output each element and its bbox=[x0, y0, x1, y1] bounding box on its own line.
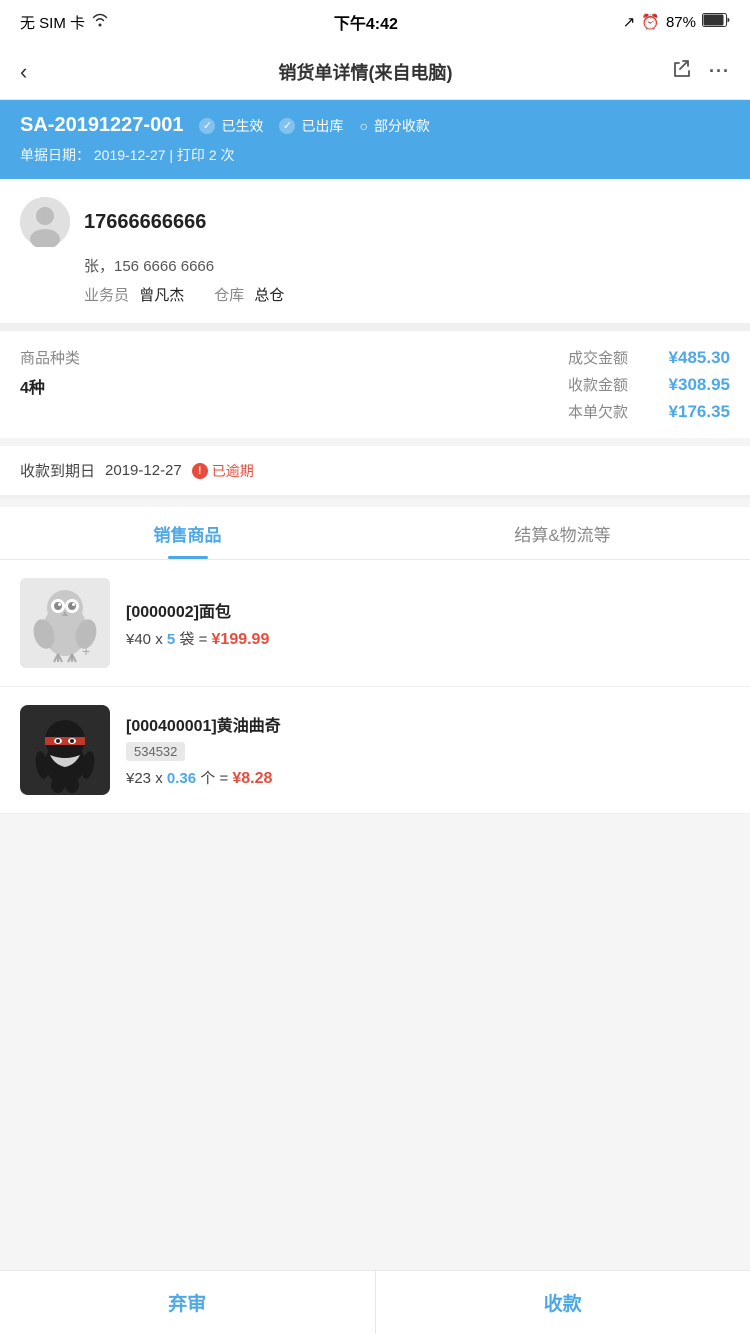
share-button[interactable] bbox=[671, 58, 693, 86]
battery-label: 87% bbox=[666, 14, 696, 31]
sales-name: 曾凡杰 bbox=[139, 287, 184, 304]
price-x-2: x bbox=[155, 770, 167, 787]
status-bar: 无 SIM 卡 下午4:42 ↗ ⏰ 87% bbox=[0, 0, 750, 44]
print-count: 2 bbox=[209, 147, 217, 163]
product-price-2: ¥23 x 0.36 个 = ¥8.28 bbox=[126, 767, 730, 788]
status-right: ↗ ⏰ 87% bbox=[623, 13, 730, 31]
divider-1 bbox=[0, 323, 750, 331]
due-date-section: 收款到期日 2019-12-27 ! 已逾期 bbox=[0, 446, 750, 495]
unit-1: 袋 bbox=[179, 631, 194, 648]
product-info-1: [0000002]面包 ¥40 x 5 袋 = ¥199.99 bbox=[126, 598, 730, 649]
order-date: 2019-12-27 bbox=[94, 147, 166, 163]
overdue-badge: ! 已逾期 bbox=[192, 461, 254, 481]
carrier-label: 无 SIM 卡 bbox=[20, 12, 85, 33]
tab-settlement[interactable]: 结算&物流等 bbox=[375, 507, 750, 559]
receipt-label: 收款金额 bbox=[568, 374, 628, 395]
location-icon: ↗ bbox=[623, 13, 636, 31]
bottom-bar: 弃审 收款 bbox=[0, 1270, 750, 1334]
avatar bbox=[20, 197, 70, 247]
sales-label: 业务员 bbox=[84, 287, 129, 304]
print-suffix: 次 bbox=[221, 147, 235, 163]
badge-shipped: 已出库 bbox=[279, 116, 343, 136]
product-name-2: [000400001]黄油曲奇 bbox=[126, 712, 730, 736]
overdue-label: 已逾期 bbox=[212, 461, 254, 481]
product-name-1: [0000002]面包 bbox=[126, 598, 730, 622]
nav-actions: ··· bbox=[671, 58, 730, 86]
battery-icon bbox=[702, 13, 730, 31]
status-left: 无 SIM 卡 bbox=[20, 12, 109, 33]
badge-partial: 部分收款 bbox=[359, 116, 429, 136]
customer-meta: 业务员 曾凡杰 仓库 总仓 bbox=[20, 284, 730, 305]
price-x-1: x bbox=[155, 631, 167, 648]
list-item: + [0000002]面包 ¥40 x 5 袋 = ¥199.99 bbox=[0, 560, 750, 687]
alarm-icon: ⏰ bbox=[641, 13, 660, 31]
product-image-2 bbox=[20, 705, 110, 795]
product-info-2: [000400001]黄油曲奇 534532 ¥23 x 0.36 个 = ¥8… bbox=[126, 712, 730, 788]
warehouse-name: 总仓 bbox=[254, 287, 284, 304]
product-image-1: + bbox=[20, 578, 110, 668]
product-price-1: ¥40 x 5 袋 = ¥199.99 bbox=[126, 628, 730, 649]
badge-effective: 已生效 bbox=[199, 116, 263, 136]
overdue-dot-icon: ! bbox=[192, 463, 208, 479]
debt-value: ¥176.35 bbox=[640, 402, 730, 422]
order-id: SA-20191227-001 bbox=[20, 114, 183, 137]
price-base-1: ¥40 bbox=[126, 631, 151, 648]
total-1: ¥199.99 bbox=[212, 631, 270, 648]
wifi-icon bbox=[91, 13, 109, 31]
qty-2: 0.36 bbox=[167, 770, 196, 787]
pay-button[interactable]: 收款 bbox=[376, 1271, 750, 1334]
back-button[interactable]: ‹ bbox=[20, 59, 60, 85]
summary-section: 商品种类 4种 成交金额 ¥485.30 收款金额 ¥308.95 本单欠款 ¥… bbox=[0, 331, 750, 438]
deal-label: 成交金额 bbox=[568, 347, 628, 368]
nav-bar: ‹ 销货单详情(来自电脑) ··· bbox=[0, 44, 750, 100]
deal-value: ¥485.30 bbox=[640, 348, 730, 368]
receipt-value: ¥308.95 bbox=[640, 375, 730, 395]
warehouse-label: 仓库 bbox=[214, 287, 244, 304]
price-base-2: ¥23 bbox=[126, 770, 151, 787]
status-time: 下午4:42 bbox=[334, 10, 398, 34]
header-banner: SA-20191227-001 已生效 已出库 部分收款 单据日期： 2019-… bbox=[0, 100, 750, 179]
list-item: [000400001]黄油曲奇 534532 ¥23 x 0.36 个 = ¥8… bbox=[0, 687, 750, 814]
page-title: 销货单详情(来自电脑) bbox=[279, 59, 453, 85]
customer-phone: 17666666666 bbox=[84, 211, 206, 234]
qty-1: 5 bbox=[167, 631, 175, 648]
divider-2 bbox=[0, 495, 750, 499]
types-value: 4种 bbox=[20, 374, 80, 398]
product-sku-2: 534532 bbox=[126, 742, 185, 761]
unit-2: 个 bbox=[200, 770, 215, 787]
banner-date-row: 单据日期： 2019-12-27 | 打印 2 次 bbox=[20, 145, 730, 165]
total-2: ¥8.28 bbox=[232, 770, 272, 787]
more-button[interactable]: ··· bbox=[709, 61, 730, 82]
debt-label: 本单欠款 bbox=[568, 401, 628, 422]
print-separator: | 打印 bbox=[169, 147, 208, 163]
due-label: 收款到期日 bbox=[20, 460, 95, 481]
svg-text:+: + bbox=[82, 643, 90, 659]
price-eq-1: = bbox=[199, 631, 212, 648]
date-label: 单据日期： bbox=[20, 147, 90, 163]
customer-name-phone: 张，156 6666 6666 bbox=[20, 255, 730, 276]
tab-products[interactable]: 销售商品 bbox=[0, 507, 375, 559]
types-label: 商品种类 bbox=[20, 347, 80, 368]
product-list: + [0000002]面包 ¥40 x 5 袋 = ¥199.99 bbox=[0, 560, 750, 814]
tabs-section: 销售商品 结算&物流等 bbox=[0, 507, 750, 560]
cancel-button[interactable]: 弃审 bbox=[0, 1271, 376, 1334]
customer-section: 17666666666 张，156 6666 6666 业务员 曾凡杰 仓库 总… bbox=[0, 179, 750, 323]
price-eq-2: = bbox=[219, 770, 232, 787]
due-date-value: 2019-12-27 bbox=[105, 462, 182, 479]
